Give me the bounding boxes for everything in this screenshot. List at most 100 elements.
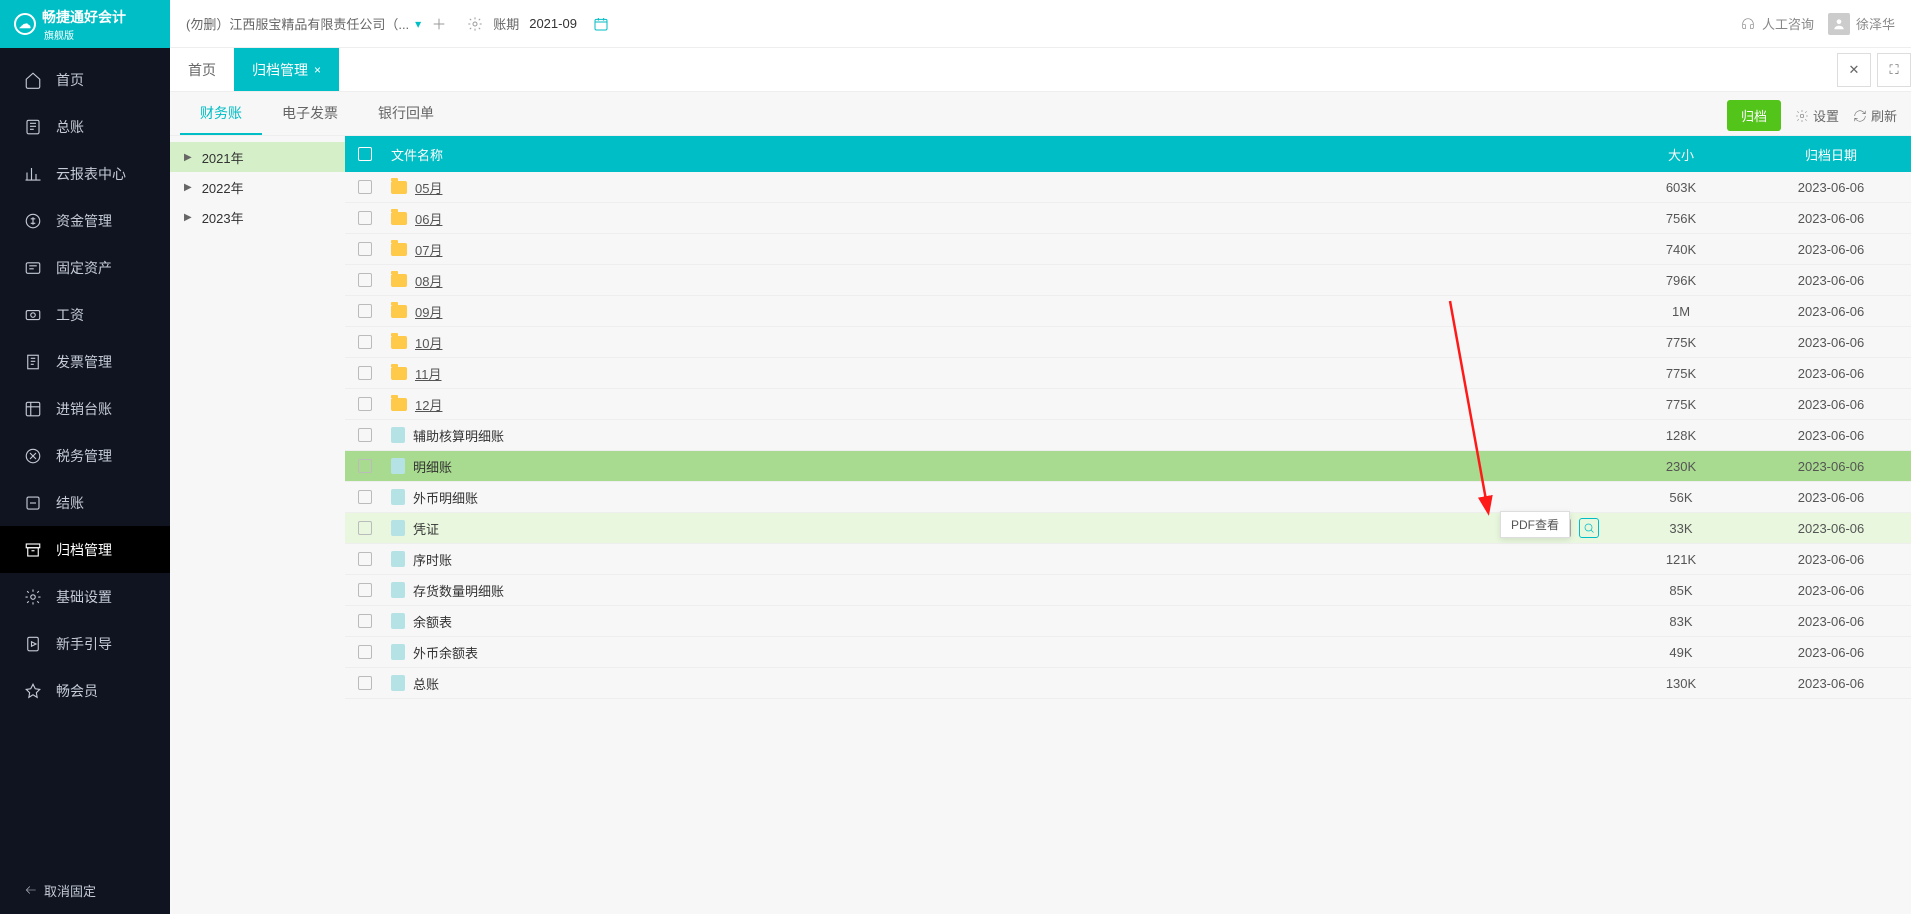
nav-item-salary[interactable]: 工资 <box>0 291 170 338</box>
table-row[interactable]: 09月1M2023-06-06 <box>345 296 1911 327</box>
refresh-button[interactable]: 刷新 <box>1853 106 1897 125</box>
nav-item-invoice[interactable]: 发票管理 <box>0 338 170 385</box>
table-row[interactable]: 余额表83K2023-06-06 <box>345 606 1911 637</box>
page-tabs: 首页归档管理 × ✕ ⛶ <box>170 48 1911 92</box>
sidebar: ☁ 畅捷通好会计 旗舰版 首页总账云报表中心资金管理固定资产工资发票管理进销台账… <box>0 0 170 914</box>
tab-label: 归档管理 <box>252 60 308 80</box>
page-tab[interactable]: 归档管理 × <box>234 48 339 91</box>
company-settings-button[interactable] <box>467 16 483 32</box>
file-name[interactable]: 12月 <box>415 395 442 414</box>
file-icon <box>391 489 405 505</box>
file-name[interactable]: 11月 <box>415 364 442 383</box>
row-checkbox[interactable] <box>358 459 372 473</box>
row-checkbox[interactable] <box>358 397 372 411</box>
row-checkbox[interactable] <box>358 273 372 287</box>
table-row[interactable]: 12月775K2023-06-06 <box>345 389 1911 420</box>
file-name[interactable]: 07月 <box>415 240 442 259</box>
close-tab-button[interactable]: ✕ <box>1837 53 1871 87</box>
table-row[interactable]: 外币明细账56K2023-06-06 <box>345 482 1911 513</box>
table-row[interactable]: 明细账230K2023-06-06 <box>345 451 1911 482</box>
page-tab[interactable]: 首页 <box>170 48 234 91</box>
row-checkbox[interactable] <box>358 428 372 442</box>
nav-item-home[interactable]: 首页 <box>0 56 170 103</box>
chart-icon <box>24 165 42 183</box>
user-menu[interactable]: 徐泽华 <box>1828 13 1895 35</box>
nav-item-settings[interactable]: 基础设置 <box>0 573 170 620</box>
tab-close-icon[interactable]: × <box>314 63 321 77</box>
fullscreen-button[interactable]: ⛶ <box>1877 53 1911 87</box>
year-item[interactable]: ▶2021年 <box>170 142 345 172</box>
year-item[interactable]: ▶2022年 <box>170 172 345 202</box>
nav-item-tax[interactable]: 税务管理 <box>0 432 170 479</box>
table-row[interactable]: 08月796K2023-06-06 <box>345 265 1911 296</box>
row-checkbox[interactable] <box>358 552 372 566</box>
calendar-icon[interactable] <box>593 16 609 32</box>
triangle-icon: ▶ <box>184 212 192 223</box>
table-row[interactable]: 11月775K2023-06-06 <box>345 358 1911 389</box>
nav-item-guide[interactable]: 新手引导 <box>0 620 170 667</box>
header-name: 文件名称 <box>385 145 1611 164</box>
row-checkbox[interactable] <box>358 335 372 349</box>
table-row[interactable]: 辅助核算明细账128K2023-06-06 <box>345 420 1911 451</box>
row-checkbox[interactable] <box>358 676 372 690</box>
add-company-button[interactable] <box>431 16 447 32</box>
sub-tab[interactable]: 银行回单 <box>358 93 454 135</box>
tooltip-pdf-view: PDF查看 <box>1500 511 1570 538</box>
table-row[interactable]: 06月756K2023-06-06 <box>345 203 1911 234</box>
file-name[interactable]: 06月 <box>415 209 442 228</box>
table-row[interactable]: 总账130K2023-06-06 <box>345 668 1911 699</box>
year-item[interactable]: ▶2023年 <box>170 202 345 232</box>
sub-tab[interactable]: 财务账 <box>180 93 262 135</box>
row-checkbox[interactable] <box>358 304 372 318</box>
row-checkbox[interactable] <box>358 366 372 380</box>
sidebar-unpin-label: 取消固定 <box>44 881 96 900</box>
nav-label: 固定资产 <box>56 258 112 278</box>
settings-button[interactable]: 设置 <box>1795 106 1839 125</box>
support-button[interactable]: 人工咨询 <box>1740 14 1814 33</box>
table-row[interactable]: 07月740K2023-06-06 <box>345 234 1911 265</box>
nav-label: 云报表中心 <box>56 164 126 184</box>
row-checkbox[interactable] <box>358 211 372 225</box>
nav-item-archive[interactable]: 归档管理 <box>0 526 170 573</box>
file-date: 2023-06-06 <box>1751 242 1911 257</box>
gear-icon <box>1795 109 1809 123</box>
file-name[interactable]: 09月 <box>415 302 442 321</box>
table-row[interactable]: 凭证33K2023-06-06 <box>345 513 1911 544</box>
row-checkbox[interactable] <box>358 614 372 628</box>
row-checkbox[interactable] <box>358 242 372 256</box>
row-checkbox[interactable] <box>358 180 372 194</box>
file-icon <box>391 582 405 598</box>
table-row[interactable]: 序时账121K2023-06-06 <box>345 544 1911 575</box>
table-row[interactable]: 05月603K2023-06-06 <box>345 172 1911 203</box>
file-date: 2023-06-06 <box>1751 676 1911 691</box>
nav-item-close[interactable]: 结账 <box>0 479 170 526</box>
table-row[interactable]: 存货数量明细账85K2023-06-06 <box>345 575 1911 606</box>
select-all-checkbox[interactable] <box>358 147 372 161</box>
sub-tab[interactable]: 电子发票 <box>262 93 358 135</box>
nav-item-money[interactable]: 资金管理 <box>0 197 170 244</box>
file-name[interactable]: 08月 <box>415 271 442 290</box>
nav-item-ledger[interactable]: 总账 <box>0 103 170 150</box>
period-value[interactable]: 2021-09 <box>529 16 577 31</box>
company-selector[interactable]: (勿删）江西服宝精品有限责任公司（... ▾ <box>186 14 421 33</box>
row-checkbox[interactable] <box>358 645 372 659</box>
row-checkbox[interactable] <box>358 583 372 597</box>
nav-item-chart[interactable]: 云报表中心 <box>0 150 170 197</box>
refresh-label: 刷新 <box>1871 106 1897 125</box>
nav-item-member[interactable]: 畅会员 <box>0 667 170 714</box>
file-name[interactable]: 10月 <box>415 333 442 352</box>
sidebar-unpin[interactable]: 取消固定 <box>0 866 170 914</box>
view-pdf-icon[interactable] <box>1579 518 1599 538</box>
file-name[interactable]: 05月 <box>415 178 442 197</box>
table-row[interactable]: 10月775K2023-06-06 <box>345 327 1911 358</box>
row-checkbox[interactable] <box>358 490 372 504</box>
folder-icon <box>391 243 407 256</box>
file-date: 2023-06-06 <box>1751 428 1911 443</box>
nav-label: 发票管理 <box>56 352 112 372</box>
nav-item-asset[interactable]: 固定资产 <box>0 244 170 291</box>
archive-button[interactable]: 归档 <box>1727 100 1781 131</box>
nav-item-stock[interactable]: 进销台账 <box>0 385 170 432</box>
table-row[interactable]: 外币余额表49K2023-06-06 <box>345 637 1911 668</box>
row-checkbox[interactable] <box>358 521 372 535</box>
file-date: 2023-06-06 <box>1751 397 1911 412</box>
